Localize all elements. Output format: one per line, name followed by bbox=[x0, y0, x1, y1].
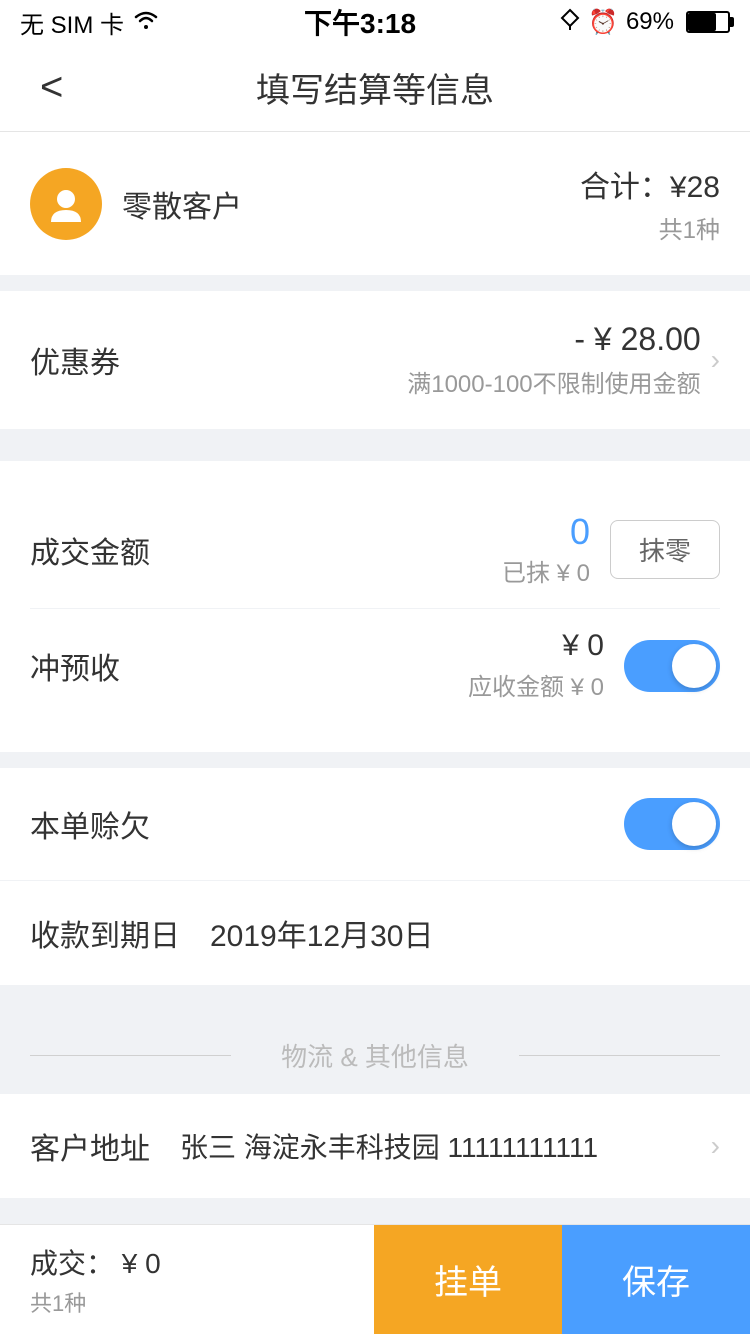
customer-total: 合计：¥28 共1种 bbox=[580, 162, 720, 245]
charge-info: ¥ 0 应收金额 ¥ 0 bbox=[468, 629, 604, 702]
content: 零散客户 合计：¥28 共1种 优惠券 - ¥ 28.00 满1000-100不… bbox=[0, 132, 750, 1318]
save-button[interactable]: 保存 bbox=[562, 1225, 750, 1334]
bottom-info: 成交： ¥ 0 共1种 bbox=[0, 1242, 374, 1318]
alarm-icon: ⏰ bbox=[588, 8, 618, 37]
rounded-info: 已抹 ¥ 0 bbox=[502, 553, 590, 588]
transaction-section: 成交金额 0 已抹 ¥ 0 抹零 冲预收 ¥ 0 应收金额 ¥ 0 bbox=[0, 461, 750, 752]
due-date-value: 2019年12月30日 bbox=[210, 911, 433, 955]
voucher-right: - ¥ 28.00 满1000-100不限制使用金额 › bbox=[407, 321, 720, 399]
address-value: 张三 海淀永丰科技园 11111111111 bbox=[180, 1126, 711, 1166]
total-amount: 合计：¥28 bbox=[580, 162, 720, 206]
status-right: ⏰ 69% bbox=[560, 8, 730, 37]
customer-left: 零散客户 bbox=[30, 168, 242, 240]
bottom-transaction: 成交： ¥ 0 bbox=[30, 1242, 344, 1282]
bottom-bar: 成交： ¥ 0 共1种 挂单 保存 bbox=[0, 1224, 750, 1334]
voucher-info: - ¥ 28.00 满1000-100不限制使用金额 bbox=[407, 321, 700, 399]
total-count: 共1种 bbox=[580, 210, 720, 245]
voucher-amount: - ¥ 28.00 bbox=[407, 321, 700, 358]
logistics-line-left bbox=[30, 1055, 231, 1056]
status-left: 无 SIM 卡 bbox=[20, 5, 160, 40]
nav-bar: < 填写结算等信息 bbox=[0, 44, 750, 132]
battery-percent: 69% bbox=[626, 8, 674, 36]
voucher-desc: 满1000-100不限制使用金额 bbox=[407, 364, 700, 399]
page-title: 填写结算等信息 bbox=[256, 63, 494, 112]
logistics-line-right bbox=[519, 1055, 720, 1056]
section-divider-1 bbox=[0, 445, 750, 461]
charge-toggle[interactable] bbox=[624, 640, 720, 692]
voucher-section[interactable]: 优惠券 - ¥ 28.00 满1000-100不限制使用金额 › bbox=[0, 291, 750, 429]
charge-row: 冲预收 ¥ 0 应收金额 ¥ 0 bbox=[30, 608, 720, 722]
carrier-text: 无 SIM 卡 bbox=[20, 5, 124, 40]
customer-avatar bbox=[30, 168, 102, 240]
charge-amount: ¥ 0 bbox=[468, 629, 604, 663]
customer-name: 零散客户 bbox=[122, 182, 242, 226]
voucher-label: 优惠券 bbox=[30, 338, 120, 382]
address-section[interactable]: 客户地址 张三 海淀永丰科技园 11111111111 › bbox=[0, 1094, 750, 1198]
address-chevron-icon: › bbox=[711, 1130, 720, 1162]
back-button[interactable]: < bbox=[30, 55, 73, 120]
bottom-transaction-amount: ¥ 0 bbox=[122, 1248, 161, 1279]
due-date-row: 收款到期日 2019年12月30日 bbox=[30, 911, 720, 955]
bottom-count: 共1种 bbox=[30, 1286, 344, 1318]
due-date-label: 收款到期日 bbox=[30, 911, 180, 955]
status-bar: 无 SIM 卡 下午3:18 ⏰ 69% bbox=[0, 0, 750, 44]
address-label: 客户地址 bbox=[30, 1124, 150, 1168]
logistics-text: 物流 & 其他信息 bbox=[281, 1037, 469, 1074]
due-date-section: 收款到期日 2019年12月30日 bbox=[0, 880, 750, 985]
round-zero-button[interactable]: 抹零 bbox=[610, 520, 720, 579]
customer-section: 零散客户 合计：¥28 共1种 bbox=[0, 132, 750, 275]
transaction-row: 成交金额 0 已抹 ¥ 0 抹零 bbox=[30, 491, 720, 608]
wifi-icon bbox=[132, 8, 160, 36]
debit-toggle[interactable] bbox=[624, 798, 720, 850]
transaction-amount: 0 bbox=[570, 511, 590, 552]
logistics-divider: 物流 & 其他信息 bbox=[0, 1017, 750, 1094]
bottom-transaction-label: 成交： bbox=[30, 1248, 114, 1279]
hold-button[interactable]: 挂单 bbox=[374, 1225, 562, 1334]
charge-sub: 应收金额 ¥ 0 bbox=[468, 667, 604, 702]
charge-right: ¥ 0 应收金额 ¥ 0 bbox=[468, 629, 720, 702]
debit-section: 本单赊欠 bbox=[0, 768, 750, 880]
section-divider-2 bbox=[0, 752, 750, 768]
battery-icon bbox=[686, 11, 730, 33]
debit-label: 本单赊欠 bbox=[30, 802, 150, 846]
section-divider-3 bbox=[0, 985, 750, 1001]
transaction-label: 成交金额 bbox=[30, 528, 150, 572]
location-icon bbox=[560, 8, 580, 37]
status-time: 下午3:18 bbox=[304, 2, 416, 42]
chevron-right-icon: › bbox=[711, 344, 720, 376]
transaction-right: 0 已抹 ¥ 0 抹零 bbox=[502, 511, 720, 588]
charge-label: 冲预收 bbox=[30, 644, 120, 688]
